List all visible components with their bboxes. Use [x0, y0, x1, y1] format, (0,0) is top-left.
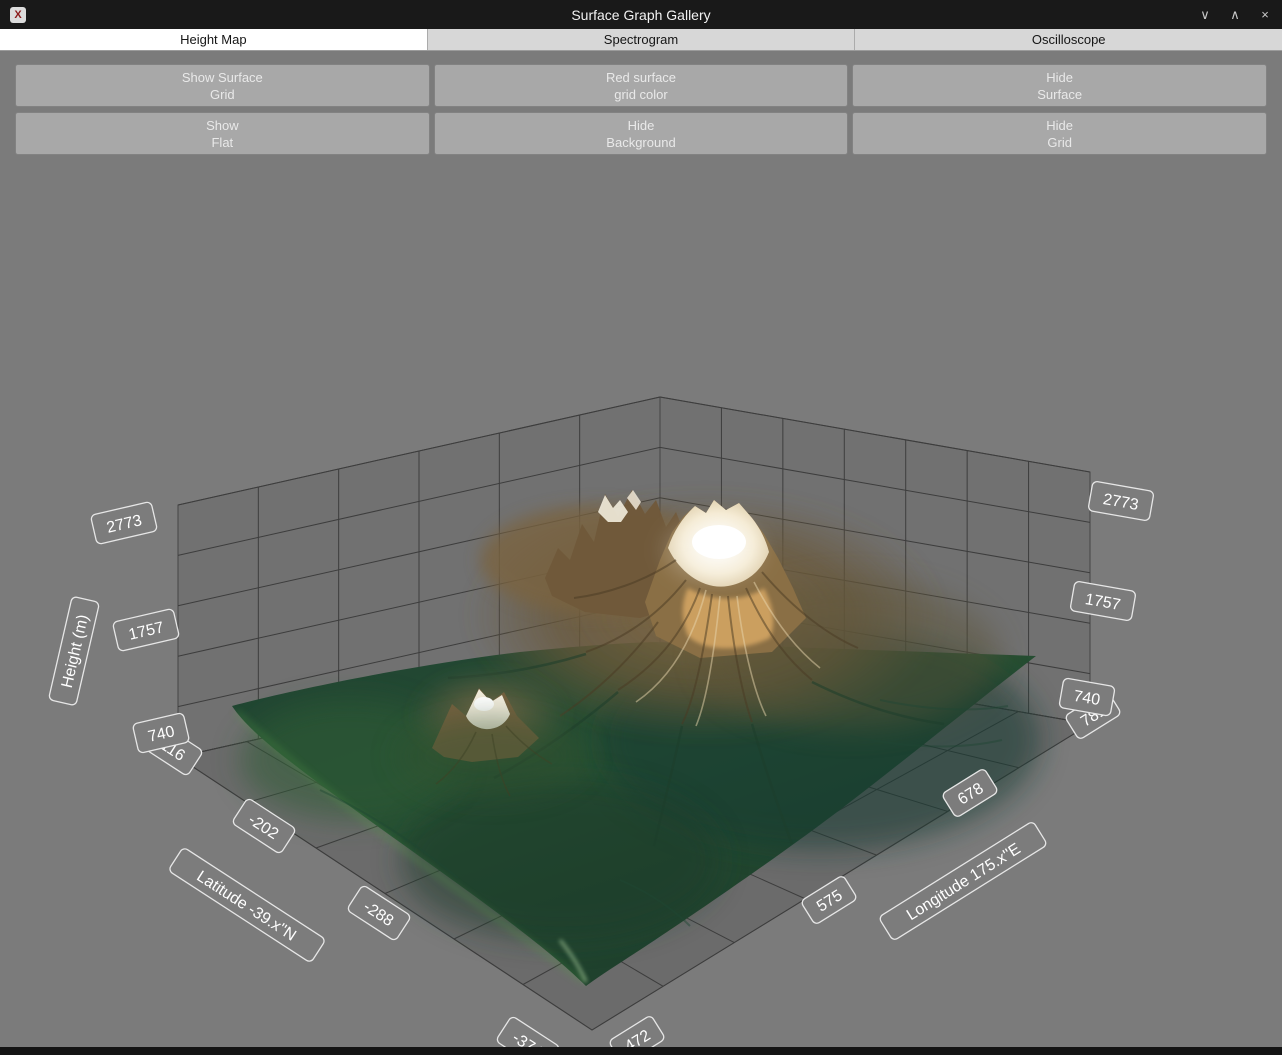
svg-text:Longitude 175.x''E: Longitude 175.x''E [904, 840, 1024, 924]
window-bottom-edge [0, 1047, 1282, 1055]
latitude-axis-title: Latitude -39.x''N [168, 847, 326, 963]
shade-icon[interactable]: ∨ [1198, 7, 1212, 23]
height-tick-label: 1757 [112, 608, 179, 651]
height-tick-label: 2773 [90, 501, 157, 544]
hide-surface-button[interactable]: Hide Surface [852, 64, 1267, 107]
surface-grid-color-button[interactable]: Red surface grid color [434, 64, 849, 107]
surface-3d-viewport[interactable]: -116 -202 -288 -374 Latitude -39.x''N 78… [0, 0, 1282, 1055]
height-axis-title: Height (m) [48, 596, 99, 706]
app-icon: X [10, 7, 26, 23]
tab-bar: Height Map Spectrogram Oscilloscope [0, 29, 1282, 51]
svg-text:Latitude -39.x''N: Latitude -39.x''N [193, 868, 298, 945]
show-flat-button[interactable]: Show Flat [15, 112, 430, 155]
close-icon[interactable]: × [1258, 7, 1272, 23]
hide-grid-button[interactable]: Hide Grid [852, 112, 1267, 155]
tab-spectrogram[interactable]: Spectrogram [428, 29, 856, 50]
show-surface-grid-button[interactable]: Show Surface Grid [15, 64, 430, 107]
hide-background-button[interactable]: Hide Background [434, 112, 849, 155]
window-title: Surface Graph Gallery [0, 7, 1282, 23]
tab-oscilloscope[interactable]: Oscilloscope [855, 29, 1282, 50]
graph-controls: Show Surface Grid Red surface grid color… [15, 64, 1267, 155]
window-controls: ∨ ∧ × [1198, 7, 1272, 23]
maximize-icon[interactable]: ∧ [1228, 7, 1242, 23]
titlebar: X Surface Graph Gallery ∨ ∧ × [0, 0, 1282, 29]
tab-height-map[interactable]: Height Map [0, 29, 428, 50]
height-tick-label: 2773 [1088, 481, 1154, 521]
app-window: -116 -202 -288 -374 Latitude -39.x''N 78… [0, 0, 1282, 1055]
